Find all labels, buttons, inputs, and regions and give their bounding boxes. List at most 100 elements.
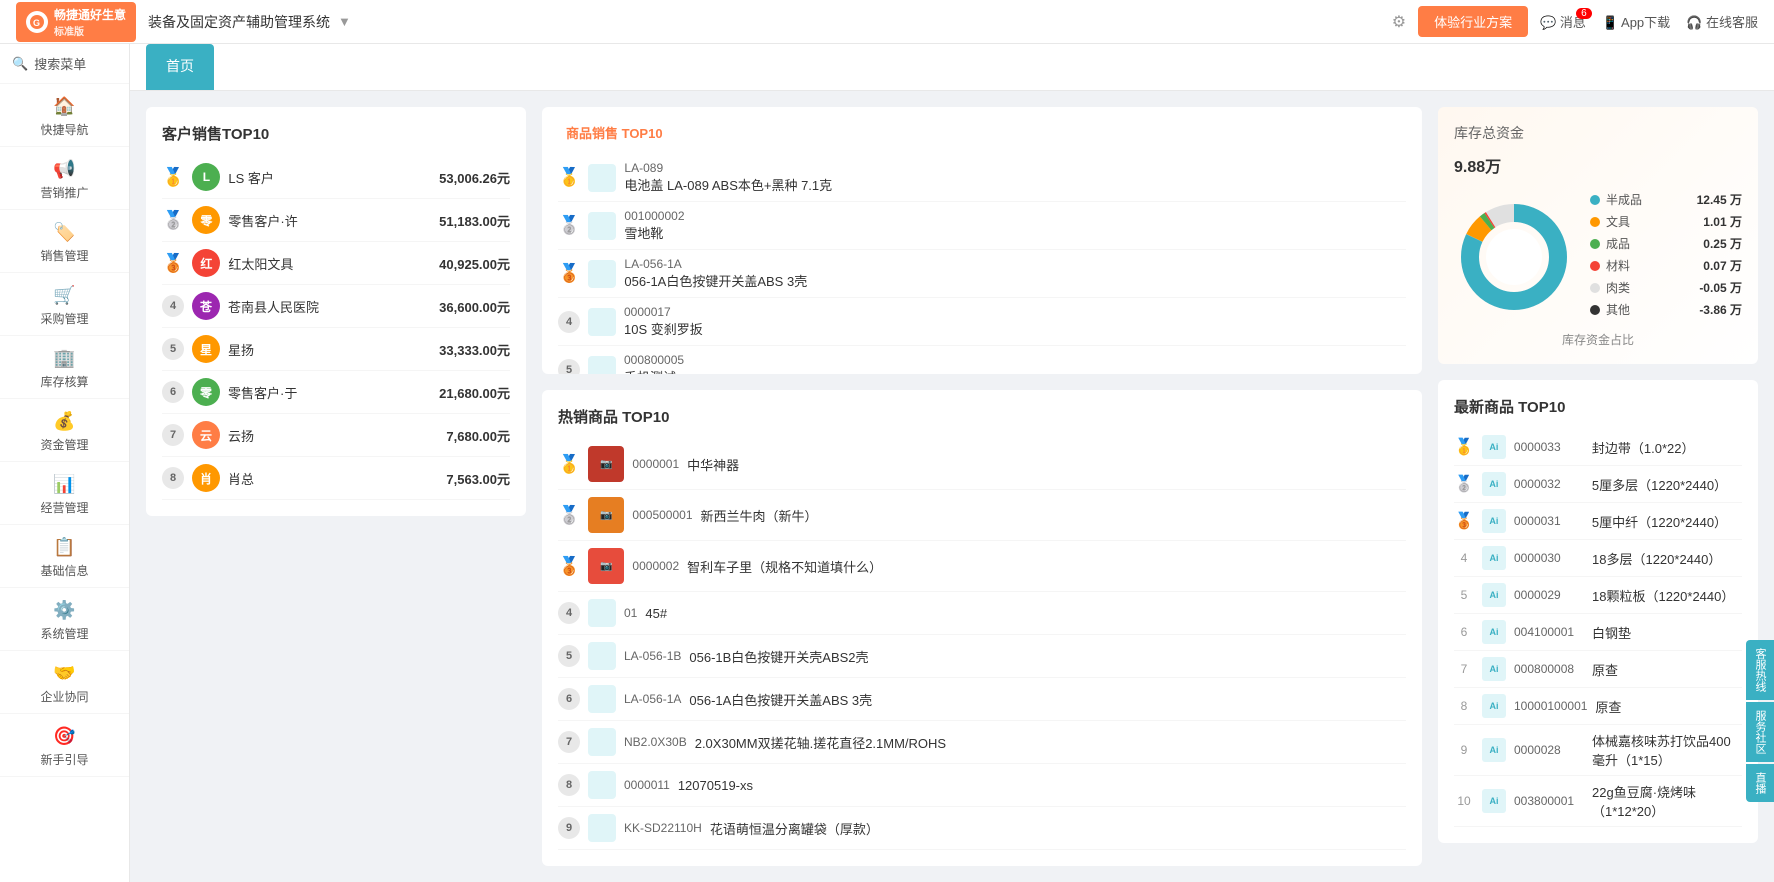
- hot-rank-7: 7: [558, 731, 580, 753]
- finance-icon: 💰: [53, 411, 75, 432]
- message-badge[interactable]: 💬 消息 6: [1540, 12, 1586, 31]
- trial-button[interactable]: 体验行业方案: [1418, 6, 1528, 37]
- hot-rank-8: 8: [558, 774, 580, 796]
- sidebar-item-marketing[interactable]: 📢 营销推广: [0, 147, 129, 210]
- rank-value-2: 51,183.00元: [439, 211, 510, 230]
- product-sales-list: 🥇 LA-089 电池盖 LA-089 ABS本色+黑种 7.1克 🥈: [558, 154, 1406, 374]
- product-sales-title: 商品销售 TOP10: [558, 123, 1406, 142]
- donut-legend: 半成品 12.45 万 文具 1.01 万 成品 0: [1590, 191, 1742, 323]
- new-rank-4: 4: [1454, 551, 1474, 565]
- hot-code-7: NB2.0X30B: [624, 735, 687, 749]
- hot-name-6: 056-1A白色按键开关盖ABS 3壳: [689, 690, 872, 709]
- rank-item-3: 🥉 红 红太阳文具 40,925.00元: [162, 242, 510, 285]
- new-name-1: 封边带（1.0*22）: [1592, 438, 1742, 457]
- sidebar-item-purchase[interactable]: 🛒 采购管理: [0, 273, 129, 336]
- sidebar-search[interactable]: 🔍 搜索菜单: [0, 44, 129, 84]
- avatar-2: 零: [192, 206, 220, 234]
- hot-name-4: 45#: [645, 606, 667, 621]
- hot-rank-6: 6: [558, 688, 580, 710]
- phone-icon: 📱: [1602, 15, 1618, 30]
- sidebar-item-basics[interactable]: 📋 基础信息: [0, 525, 129, 588]
- topbar: G 畅捷通好生意 标准版 装备及固定资产辅助管理系统 ▼ ⚙ 体验行业方案 💬 …: [0, 0, 1774, 44]
- operations-icon: 📊: [53, 474, 75, 495]
- hot-product-2: 🥈 📷 000500001 新西兰牛肉（新牛）: [558, 490, 1406, 541]
- rank-item-1: 🥇 L LS 客户 53,006.26元: [162, 156, 510, 199]
- online-service[interactable]: 🎧 在线客服: [1686, 12, 1758, 31]
- legend-dot-2: [1590, 239, 1600, 249]
- product-thumb-4: [588, 308, 616, 336]
- system-selector[interactable]: 装备及固定资产辅助管理系统 ▼: [148, 12, 1380, 32]
- inventory-value: 9.88万: [1454, 147, 1742, 179]
- new-code-9: 0000028: [1514, 743, 1584, 757]
- sidebar-item-operations[interactable]: 📊 经营管理: [0, 462, 129, 525]
- legend-label-0: 半成品: [1606, 191, 1691, 208]
- tab-home[interactable]: 首页: [146, 44, 214, 90]
- middle-panel: 商品销售 TOP10 🥇 LA-089 电池盖 LA-089 ABS本色+黑种 …: [542, 107, 1422, 866]
- content-area: 首页 客户销售TOP10 🥇 L LS 客户 53,006.26元 �: [130, 44, 1774, 882]
- sidebar-item-collab[interactable]: 🤝 企业协同: [0, 651, 129, 714]
- hot-name-5: 056-1B白色按键开关壳ABS2壳: [689, 647, 868, 666]
- new-thumb-10: Ai: [1482, 789, 1506, 813]
- product-medal-2-icon: 🥈: [558, 215, 580, 236]
- sidebar: 🔍 搜索菜单 🏠 快捷导航 📢 营销推广 🏷️ 销售管理 🛒 采购管理 🏢 库存…: [0, 44, 130, 882]
- legend-item-3: 材料 0.07 万: [1590, 257, 1742, 274]
- marketing-icon: 📢: [53, 159, 75, 180]
- hot-img-9: [588, 814, 616, 842]
- sidebar-item-guide[interactable]: 🎯 新手引导: [0, 714, 129, 777]
- legend-label-1: 文具: [1606, 213, 1697, 230]
- new-code-5: 0000029: [1514, 588, 1584, 602]
- new-rank-8: 8: [1454, 699, 1474, 713]
- product-rank-4: 4: [558, 311, 580, 333]
- hot-code-2: 000500001: [632, 508, 692, 522]
- right-panel: 库存总资金 9.88万: [1438, 107, 1758, 866]
- hot-img-3: 📷: [588, 548, 624, 584]
- product-thumb-2: [588, 212, 616, 240]
- medal-2-icon: 🥈: [162, 210, 184, 231]
- float-service-community[interactable]: 服务社区: [1746, 702, 1774, 762]
- float-live[interactable]: 直播: [1746, 764, 1774, 802]
- sidebar-item-inventory[interactable]: 🏢 库存核算: [0, 336, 129, 399]
- legend-dot-0: [1590, 195, 1600, 205]
- legend-value-1: 1.01 万: [1703, 213, 1742, 230]
- product-name-2: 雪地靴: [624, 223, 1406, 242]
- hot-img-5: [588, 642, 616, 670]
- product-sales-item-3: 🥉 LA-056-1A 056-1A白色按键开关盖ABS 3壳: [558, 250, 1406, 298]
- logo-icon: G: [26, 11, 48, 33]
- product-code-2: 001000002: [624, 209, 1406, 223]
- app-download[interactable]: 📱 App下载: [1602, 12, 1670, 31]
- inventory-title: 库存总资金: [1454, 123, 1742, 143]
- legend-item-1: 文具 1.01 万: [1590, 213, 1742, 230]
- rank-item-6: 6 零 零售客户·于 21,680.00元: [162, 371, 510, 414]
- rank-value-8: 7,563.00元: [446, 469, 510, 488]
- sidebar-item-home[interactable]: 🏠 快捷导航: [0, 84, 129, 147]
- sidebar-item-finance[interactable]: 💰 资金管理: [0, 399, 129, 462]
- hot-code-1: 0000001: [632, 457, 679, 471]
- new-name-5: 18颗粒板（1220*2440）: [1592, 586, 1742, 605]
- float-customer-service[interactable]: 客服热线: [1746, 640, 1774, 700]
- hot-img-4: [588, 599, 616, 627]
- new-rank-7: 7: [1454, 662, 1474, 676]
- new-products-title: 最新商品 TOP10: [1454, 396, 1742, 417]
- hot-name-7: 2.0X30MM双搓花轴.搓花直径2.1MM/ROHS: [695, 733, 946, 752]
- new-product-2: 🥈 Ai 0000032 5厘多层（1220*2440）: [1454, 466, 1742, 503]
- new-medal-2-icon: 🥈: [1454, 474, 1474, 494]
- new-product-7: 7 Ai 000800008 原查: [1454, 651, 1742, 688]
- gear-icon[interactable]: ⚙: [1392, 12, 1406, 32]
- product-name-3: 056-1A白色按键开关盖ABS 3壳: [624, 271, 1406, 290]
- hot-name-3: 智利车子里（规格不知道填什么）: [687, 557, 882, 576]
- message-icon: 💬: [1540, 15, 1556, 30]
- rank-name-3: 红太阳文具: [228, 254, 431, 273]
- customer-ranking-list: 🥇 L LS 客户 53,006.26元 🥈 零 零售客户·许 51,183.0…: [162, 156, 510, 500]
- rank-item-4: 4 苍 苍南县人民医院 36,600.00元: [162, 285, 510, 328]
- hot-img-8: [588, 771, 616, 799]
- sidebar-item-system[interactable]: ⚙️ 系统管理: [0, 588, 129, 651]
- hot-code-5: LA-056-1B: [624, 649, 681, 663]
- rank-name-8: 肖总: [228, 469, 438, 488]
- product-code-1: LA-089: [624, 161, 1406, 175]
- hot-medal-1-icon: 🥇: [558, 454, 580, 475]
- hot-rank-9: 9: [558, 817, 580, 839]
- sidebar-item-sales[interactable]: 🏷️ 销售管理: [0, 210, 129, 273]
- new-code-10: 003800001: [1514, 794, 1584, 808]
- product-medal-3-icon: 🥉: [558, 263, 580, 284]
- hot-name-1: 中华神器: [687, 455, 739, 474]
